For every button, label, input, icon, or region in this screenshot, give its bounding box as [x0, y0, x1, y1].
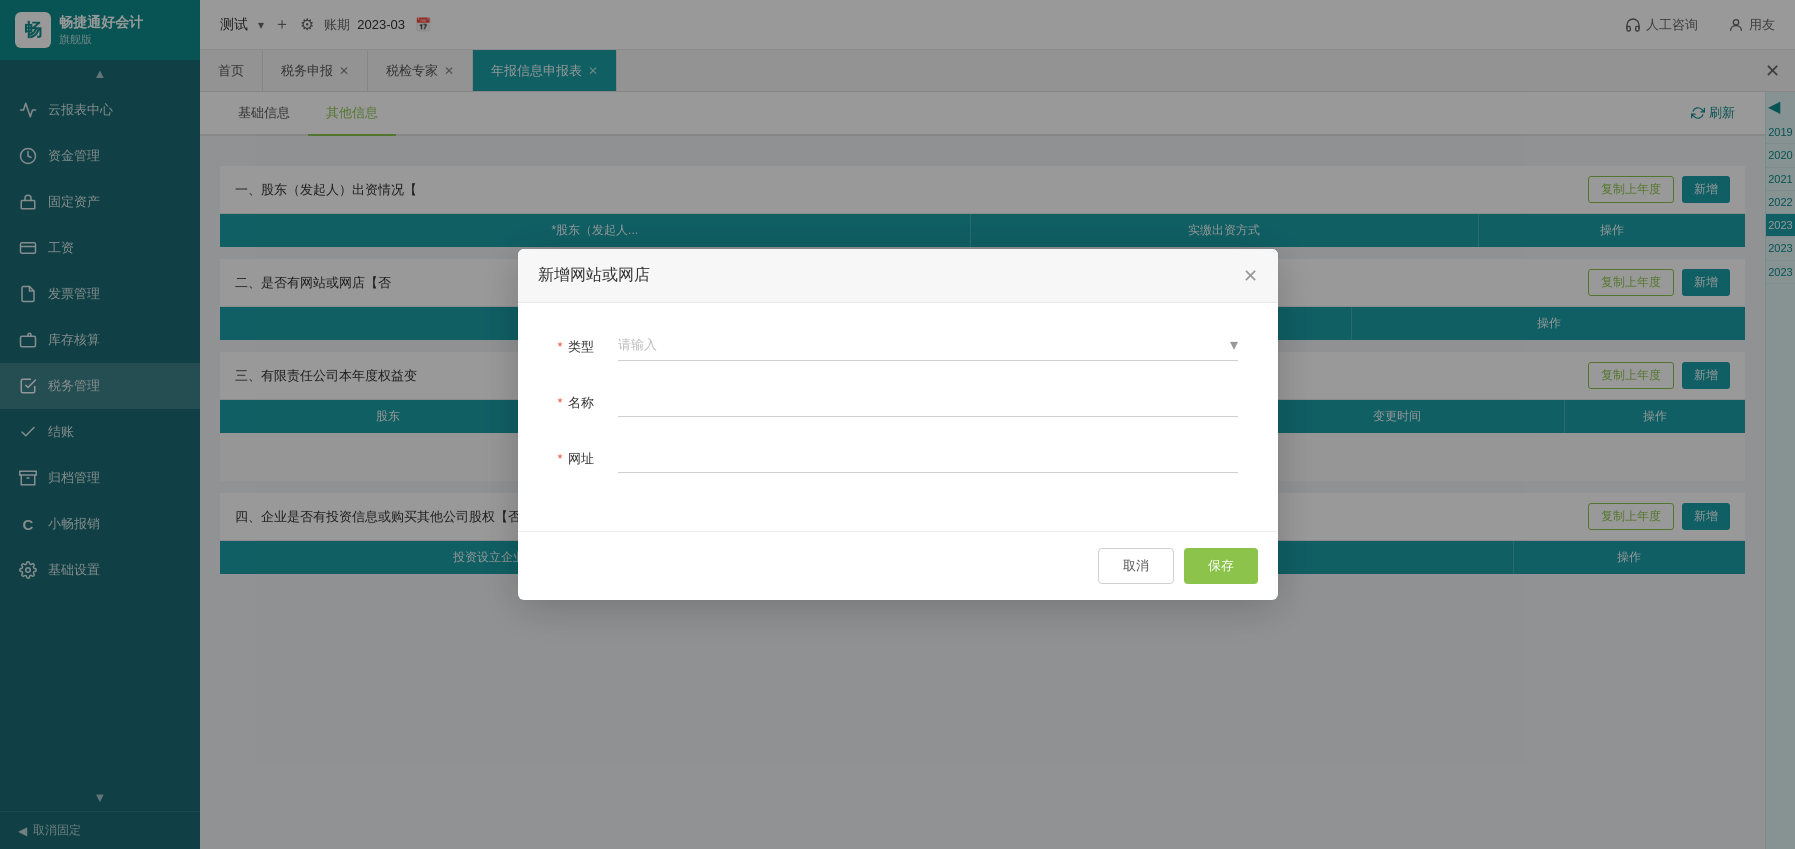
form-row-name: * 名称: [558, 389, 1238, 417]
save-button[interactable]: 保存: [1184, 548, 1258, 584]
url-input[interactable]: [618, 445, 1238, 468]
url-label-text: 网址: [568, 451, 594, 466]
name-input-wrap: [618, 389, 1238, 417]
form-row-type: * 类型 ▾: [558, 333, 1238, 361]
dialog-close-button[interactable]: ✕: [1243, 267, 1258, 285]
dialog-body: * 类型 ▾ * 名称 *: [518, 303, 1278, 531]
name-label: * 名称: [558, 394, 618, 412]
type-label: * 类型: [558, 338, 618, 356]
type-input-wrap: ▾: [618, 333, 1238, 361]
dialog-header: 新增网站或网店 ✕: [518, 249, 1278, 303]
add-website-dialog: 新增网站或网店 ✕ * 类型 ▾ * 名称: [518, 249, 1278, 600]
type-dropdown-icon[interactable]: ▾: [1230, 335, 1238, 354]
url-required-mark: *: [558, 451, 563, 466]
name-required-mark: *: [558, 395, 563, 410]
cancel-button[interactable]: 取消: [1098, 548, 1174, 584]
dialog-title: 新增网站或网店: [538, 265, 650, 286]
type-required-mark: *: [558, 339, 563, 354]
type-input[interactable]: [618, 333, 1238, 356]
form-row-url: * 网址: [558, 445, 1238, 473]
dialog-overlay: 新增网站或网店 ✕ * 类型 ▾ * 名称: [0, 0, 1795, 849]
url-input-wrap: [618, 445, 1238, 473]
url-label: * 网址: [558, 450, 618, 468]
type-label-text: 类型: [568, 339, 594, 354]
name-input[interactable]: [618, 389, 1238, 412]
name-label-text: 名称: [568, 395, 594, 410]
dialog-footer: 取消 保存: [518, 531, 1278, 600]
